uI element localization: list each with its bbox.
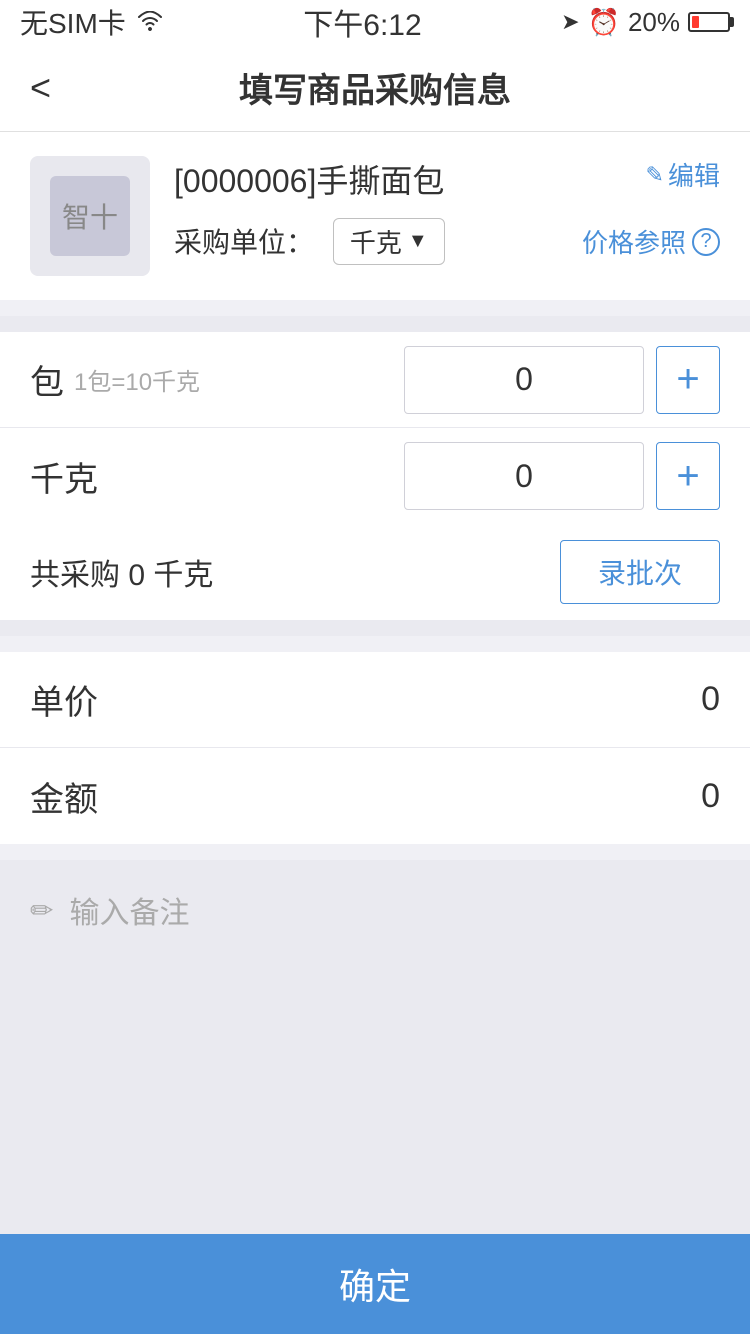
- product-unit-row: 采购单位： 千克 ▼ 价格参照 ?: [174, 218, 720, 265]
- location-icon: ➤: [561, 9, 579, 35]
- battery-icon: [688, 12, 730, 32]
- product-header: [0000006]手撕面包 ✎ 编辑: [174, 156, 720, 202]
- unit-price-row: 单价 0: [0, 652, 750, 748]
- price-ref-button[interactable]: 价格参照 ?: [582, 223, 720, 260]
- kg-input[interactable]: [404, 442, 644, 510]
- bag-input-row: 包 1包=10千克 +: [0, 332, 750, 428]
- product-name: [0000006]手撕面包: [174, 156, 444, 202]
- product-logo: 智十: [50, 176, 130, 256]
- summary-row: 共采购 0 千克 录批次: [0, 524, 750, 620]
- notes-section[interactable]: ✏ 输入备注: [0, 860, 750, 960]
- bag-input[interactable]: [404, 346, 644, 414]
- status-right: ➤ ⏰ 20%: [561, 7, 730, 38]
- kg-input-row: 千克 +: [0, 428, 750, 524]
- bag-label: 包: [30, 355, 64, 404]
- notes-placeholder: 输入备注: [69, 888, 189, 932]
- info-section: 单价 0 金额 0: [0, 652, 750, 844]
- kg-label: 千克: [30, 452, 98, 501]
- confirm-button[interactable]: 确定: [0, 1234, 750, 1334]
- battery-percent: 20%: [628, 7, 680, 38]
- amount-label: 金额: [30, 772, 98, 821]
- status-time: 下午6:12: [303, 0, 421, 44]
- unit-label-row: 采购单位： 千克 ▼: [174, 218, 445, 265]
- bag-plus-button[interactable]: +: [656, 346, 720, 414]
- section-divider-1: [0, 316, 750, 332]
- product-section: 智十 [0000006]手撕面包 ✎ 编辑 采购单位： 千克 ▼ 价格参照 ?: [0, 132, 750, 300]
- wifi-icon: [136, 6, 164, 38]
- unit-price-value: 0: [701, 680, 720, 719]
- status-left: 无SIM卡: [20, 2, 164, 42]
- carrier-label: 无SIM卡: [20, 2, 126, 42]
- bag-sublabel: 1包=10千克: [74, 362, 200, 397]
- edit-button[interactable]: ✎ 编辑: [646, 156, 720, 193]
- page-title: 填写商品采购信息: [239, 63, 511, 112]
- back-button[interactable]: <: [30, 67, 51, 109]
- unit-select[interactable]: 千克 ▼: [333, 218, 445, 265]
- chevron-down-icon: ▼: [408, 230, 428, 253]
- unit-price-label: 单价: [30, 675, 98, 724]
- pencil-icon: ✏: [30, 894, 53, 927]
- batch-button[interactable]: 录批次: [560, 540, 720, 604]
- product-info: [0000006]手撕面包 ✎ 编辑 采购单位： 千克 ▼ 价格参照 ?: [174, 156, 720, 265]
- product-image: 智十: [30, 156, 150, 276]
- amount-value: 0: [701, 777, 720, 816]
- summary-text: 共采购 0 千克: [30, 550, 213, 594]
- nav-bar: < 填写商品采购信息: [0, 44, 750, 132]
- kg-plus-button[interactable]: +: [656, 442, 720, 510]
- section-divider-2: [0, 620, 750, 636]
- info-icon: ?: [692, 228, 720, 256]
- amount-row: 金额 0: [0, 748, 750, 844]
- input-section: 包 1包=10千克 + 千克 +: [0, 332, 750, 524]
- alarm-icon: ⏰: [588, 7, 620, 38]
- status-bar: 无SIM卡 下午6:12 ➤ ⏰ 20%: [0, 0, 750, 44]
